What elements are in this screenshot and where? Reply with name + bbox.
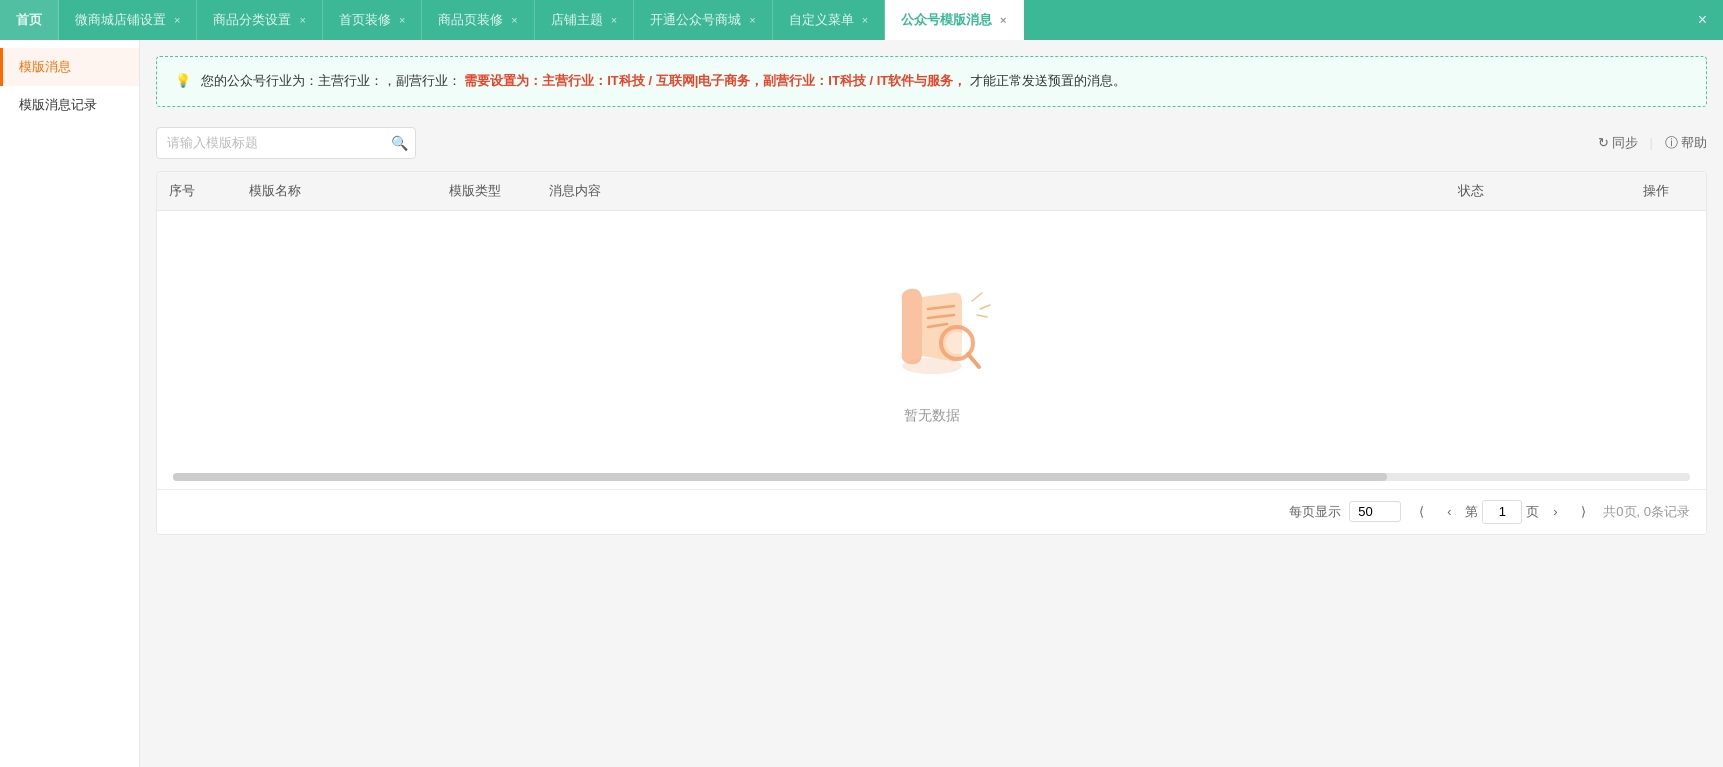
notice-icon: 💡 (175, 73, 191, 88)
page-size-select[interactable]: 50 10 20 100 (1349, 501, 1401, 522)
tab-bar-close-all[interactable]: × (1682, 11, 1723, 29)
svg-line-9 (977, 315, 987, 317)
tab-homepage[interactable]: 首页装修 × (323, 0, 422, 40)
search-bar: 🔍 ↻ 同步 | ⓘ 帮助 (156, 127, 1707, 159)
tab-homepage-close[interactable]: × (399, 14, 405, 26)
page-label-prefix: 第 (1465, 503, 1478, 521)
data-table: 序号 模版名称 模版类型 消息内容 状态 操作 (156, 171, 1707, 535)
th-type: 模版类型 (437, 172, 537, 210)
tab-bar: 首页 微商城店铺设置 × 商品分类设置 × 首页装修 × 商品页装修 × 店铺主… (0, 0, 1723, 40)
page-size-select-wrapper: 50 10 20 100 (1349, 501, 1401, 522)
table-header: 序号 模版名称 模版类型 消息内容 状态 操作 (157, 172, 1706, 211)
th-seq: 序号 (157, 172, 237, 210)
tab-custommenu-label: 自定义菜单 (789, 11, 854, 29)
sidebar-item-template-msg-record[interactable]: 模版消息记录 (0, 86, 139, 124)
tab-openchannel-close[interactable]: × (749, 14, 755, 26)
page-label-suffix: 页 (1526, 503, 1539, 521)
toolbar-right: ↻ 同步 | ⓘ 帮助 (1598, 134, 1707, 152)
sync-button[interactable]: ↻ 同步 (1598, 134, 1638, 152)
search-icon[interactable]: 🔍 (391, 135, 408, 151)
tab-product-close[interactable]: × (511, 14, 517, 26)
tab-custommenu-close[interactable]: × (862, 14, 868, 26)
sidebar-item-template-msg[interactable]: 模版消息 (0, 48, 139, 86)
sidebar-item-template-msg-record-label: 模版消息记录 (19, 97, 97, 112)
page-prev-button[interactable]: ‹ (1437, 500, 1461, 524)
svg-line-8 (980, 305, 990, 309)
tab-product[interactable]: 商品页装修 × (422, 0, 534, 40)
help-label: 帮助 (1681, 134, 1707, 152)
page-size-label: 每页显示 (1289, 503, 1341, 521)
scrollbar-thumb (173, 473, 1387, 481)
empty-text: 暂无数据 (904, 407, 960, 425)
tab-category-label: 商品分类设置 (213, 11, 291, 29)
th-status: 状态 (1446, 172, 1606, 210)
search-input[interactable] (156, 127, 416, 159)
th-content: 消息内容 (537, 172, 1446, 210)
tab-theme-close[interactable]: × (611, 14, 617, 26)
tab-tplmsg[interactable]: 公众号模版消息 × (885, 0, 1023, 40)
sync-label: 同步 (1612, 134, 1638, 152)
empty-illustration (872, 271, 992, 391)
notice-prefix: 您的公众号行业为：主营行业：，副营行业： (201, 73, 461, 88)
tab-product-label: 商品页装修 (438, 11, 503, 29)
tab-wshop-label: 微商城店铺设置 (75, 11, 166, 29)
sidebar-item-template-msg-label: 模版消息 (19, 59, 71, 74)
sidebar: 模版消息 模版消息记录 (0, 40, 140, 767)
page-next-button[interactable]: › (1543, 500, 1567, 524)
tab-custommenu[interactable]: 自定义菜单 × (773, 0, 885, 40)
tab-home-label: 首页 (16, 11, 42, 29)
tab-theme[interactable]: 店铺主题 × (535, 0, 634, 40)
notice-highlight: 需要设置为：主营行业：IT科技 / 互联网|电子商务，副营行业：IT科技 / I… (464, 73, 966, 88)
tab-category[interactable]: 商品分类设置 × (197, 0, 322, 40)
notice-suffix: 才能正常发送预置的消息。 (970, 73, 1126, 88)
help-button[interactable]: ⓘ 帮助 (1665, 134, 1707, 152)
table-scrollbar[interactable] (157, 465, 1706, 489)
tab-homepage-label: 首页装修 (339, 11, 391, 29)
content-area: 💡 您的公众号行业为：主营行业：，副营行业： 需要设置为：主营行业：IT科技 /… (140, 40, 1723, 767)
sync-icon: ↻ (1598, 135, 1609, 150)
main-layout: 模版消息 模版消息记录 💡 您的公众号行业为：主营行业：，副营行业： 需要设置为… (0, 40, 1723, 767)
tab-openchannel-label: 开通公众号商城 (650, 11, 741, 29)
th-action: 操作 (1606, 172, 1706, 210)
empty-state: 暂无数据 (157, 211, 1706, 465)
tab-tplmsg-label: 公众号模版消息 (901, 11, 992, 29)
toolbar-divider: | (1650, 135, 1653, 150)
svg-point-5 (946, 332, 968, 354)
search-input-wrapper: 🔍 (156, 127, 416, 159)
page-input[interactable] (1482, 500, 1522, 524)
tab-home[interactable]: 首页 (0, 0, 59, 40)
notice-banner: 💡 您的公众号行业为：主营行业：，副营行业： 需要设置为：主营行业：IT科技 /… (156, 56, 1707, 107)
page-last-button[interactable]: ⟩ (1571, 500, 1595, 524)
svg-line-6 (968, 354, 979, 367)
help-icon: ⓘ (1665, 134, 1678, 152)
tab-category-close[interactable]: × (299, 14, 305, 26)
tab-tplmsg-close[interactable]: × (1000, 14, 1006, 26)
tab-wshop-close[interactable]: × (174, 14, 180, 26)
tab-openchannel[interactable]: 开通公众号商城 × (634, 0, 772, 40)
page-nav: ⟨ ‹ 第 页 › ⟩ (1409, 500, 1595, 524)
th-name: 模版名称 (237, 172, 437, 210)
tab-wshop[interactable]: 微商城店铺设置 × (59, 0, 197, 40)
page-first-button[interactable]: ⟨ (1409, 500, 1433, 524)
total-info: 共0页, 0条记录 (1603, 503, 1690, 521)
pagination: 每页显示 50 10 20 100 ⟨ ‹ 第 页 › ⟩ (157, 489, 1706, 534)
tab-theme-label: 店铺主题 (551, 11, 603, 29)
scrollbar-track (173, 473, 1690, 481)
svg-line-7 (972, 293, 982, 301)
